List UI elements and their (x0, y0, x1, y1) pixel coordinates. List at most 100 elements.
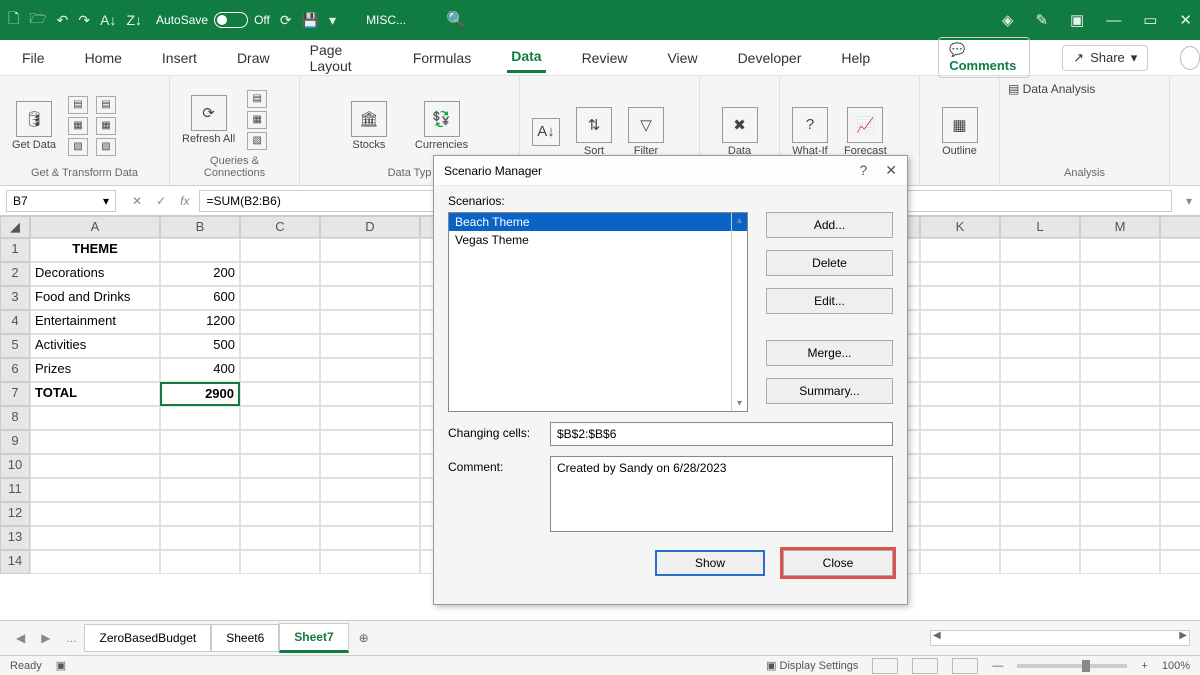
cell[interactable] (1080, 502, 1160, 526)
row-header[interactable]: 8 (0, 406, 30, 430)
tab-developer[interactable]: Developer (734, 44, 806, 72)
refresh-all-button[interactable]: ⟳Refresh All (178, 93, 239, 147)
queries-icon[interactable]: ▤ (247, 90, 267, 108)
show-button[interactable]: Show (655, 550, 765, 576)
cell[interactable] (920, 406, 1000, 430)
cell[interactable] (1080, 382, 1160, 406)
view-icon[interactable]: ▣ (1070, 11, 1084, 29)
sheet-tab[interactable]: Sheet6 (211, 624, 279, 652)
zoom-in[interactable]: + (1141, 660, 1147, 672)
cell[interactable] (1160, 502, 1200, 526)
cell[interactable] (1080, 526, 1160, 550)
cell[interactable] (1160, 238, 1200, 262)
from-web-icon[interactable]: ▦ (68, 117, 88, 135)
cell[interactable] (30, 478, 160, 502)
sheet-tab[interactable]: Sheet7 (279, 623, 348, 653)
row-header[interactable]: 7 (0, 382, 30, 406)
cell[interactable] (240, 550, 320, 574)
cell[interactable] (240, 262, 320, 286)
cell[interactable]: 400 (160, 358, 240, 382)
row-header[interactable]: 2 (0, 262, 30, 286)
sort-desc-icon[interactable]: Z↓ (126, 12, 142, 28)
cell[interactable] (920, 238, 1000, 262)
recent-icon[interactable]: ▤ (96, 96, 116, 114)
macro-icon[interactable]: ▣ (56, 659, 66, 672)
tab-draw[interactable]: Draw (233, 44, 274, 72)
cell[interactable] (1160, 550, 1200, 574)
cell[interactable] (1080, 454, 1160, 478)
delete-button[interactable]: Delete (766, 250, 893, 276)
cell[interactable] (1080, 430, 1160, 454)
tab-data[interactable]: Data (507, 42, 545, 73)
undo-icon[interactable]: ↶ (57, 12, 69, 29)
sort-asc-icon[interactable]: A↓ (100, 12, 116, 28)
cell[interactable] (1080, 286, 1160, 310)
cell[interactable] (320, 430, 420, 454)
cell[interactable]: Food and Drinks (30, 286, 160, 310)
cell[interactable] (320, 502, 420, 526)
cell[interactable] (1160, 430, 1200, 454)
cell[interactable] (160, 526, 240, 550)
tab-file[interactable]: File (18, 44, 49, 72)
col-header[interactable]: L (1000, 216, 1080, 238)
open-icon[interactable]: 🗁 (29, 8, 46, 32)
select-all[interactable]: ◢ (0, 216, 30, 238)
minimize-icon[interactable]: — (1106, 12, 1121, 29)
cell[interactable] (30, 526, 160, 550)
cell[interactable]: Prizes (30, 358, 160, 382)
cell[interactable] (920, 550, 1000, 574)
cell[interactable] (1080, 262, 1160, 286)
cell[interactable] (920, 526, 1000, 550)
sheet-nav-next[interactable]: ▶ (33, 631, 58, 645)
view-page-layout[interactable] (912, 658, 938, 674)
get-data-button[interactable]: 🛢Get Data (8, 99, 60, 153)
row-header[interactable]: 12 (0, 502, 30, 526)
cell[interactable] (320, 358, 420, 382)
existing-icon[interactable]: ▦ (96, 117, 116, 135)
maximize-icon[interactable]: ▭ (1143, 11, 1157, 29)
cell[interactable] (920, 382, 1000, 406)
cell[interactable] (1160, 358, 1200, 382)
help-icon[interactable]: ? (859, 162, 867, 179)
zoom-slider[interactable] (1017, 664, 1127, 668)
display-settings[interactable]: ▣ Display Settings (766, 659, 858, 672)
cell[interactable] (1000, 334, 1080, 358)
cell[interactable] (160, 550, 240, 574)
more-icon[interactable]: ▧ (96, 138, 116, 156)
cell[interactable] (240, 334, 320, 358)
cell[interactable] (240, 454, 320, 478)
col-header[interactable]: B (160, 216, 240, 238)
row-header[interactable]: 9 (0, 430, 30, 454)
list-item[interactable]: Vegas Theme (449, 231, 747, 249)
whatif-button[interactable]: ?What-If (788, 105, 832, 159)
outline-button[interactable]: ▦Outline (938, 105, 982, 159)
cell[interactable]: 2900 (160, 382, 240, 406)
stocks-button[interactable]: 🏛Stocks (347, 99, 391, 153)
tab-insert[interactable]: Insert (158, 44, 201, 72)
cell[interactable] (320, 310, 420, 334)
cell[interactable] (920, 430, 1000, 454)
zoom-out[interactable]: — (992, 660, 1003, 672)
cell[interactable]: 200 (160, 262, 240, 286)
cell[interactable] (160, 478, 240, 502)
cell[interactable] (240, 478, 320, 502)
cell[interactable] (920, 502, 1000, 526)
cell[interactable] (320, 334, 420, 358)
row-header[interactable]: 5 (0, 334, 30, 358)
list-item[interactable]: Beach Theme (449, 213, 747, 231)
cell[interactable] (30, 406, 160, 430)
row-header[interactable]: 6 (0, 358, 30, 382)
cell[interactable]: Entertainment (30, 310, 160, 334)
cancel-icon[interactable]: ✕ (132, 194, 142, 208)
row-header[interactable]: 13 (0, 526, 30, 550)
currencies-button[interactable]: 💱Currencies (411, 99, 472, 153)
col-header[interactable]: D (320, 216, 420, 238)
sheet-more[interactable]: ... (58, 631, 84, 645)
cell[interactable]: THEME (30, 238, 160, 262)
cell[interactable] (1000, 430, 1080, 454)
cell[interactable] (1160, 382, 1200, 406)
draw-icon[interactable]: ✎ (1035, 11, 1048, 29)
cell[interactable] (320, 238, 420, 262)
from-table-icon[interactable]: ▧ (68, 138, 88, 156)
cell[interactable]: 600 (160, 286, 240, 310)
